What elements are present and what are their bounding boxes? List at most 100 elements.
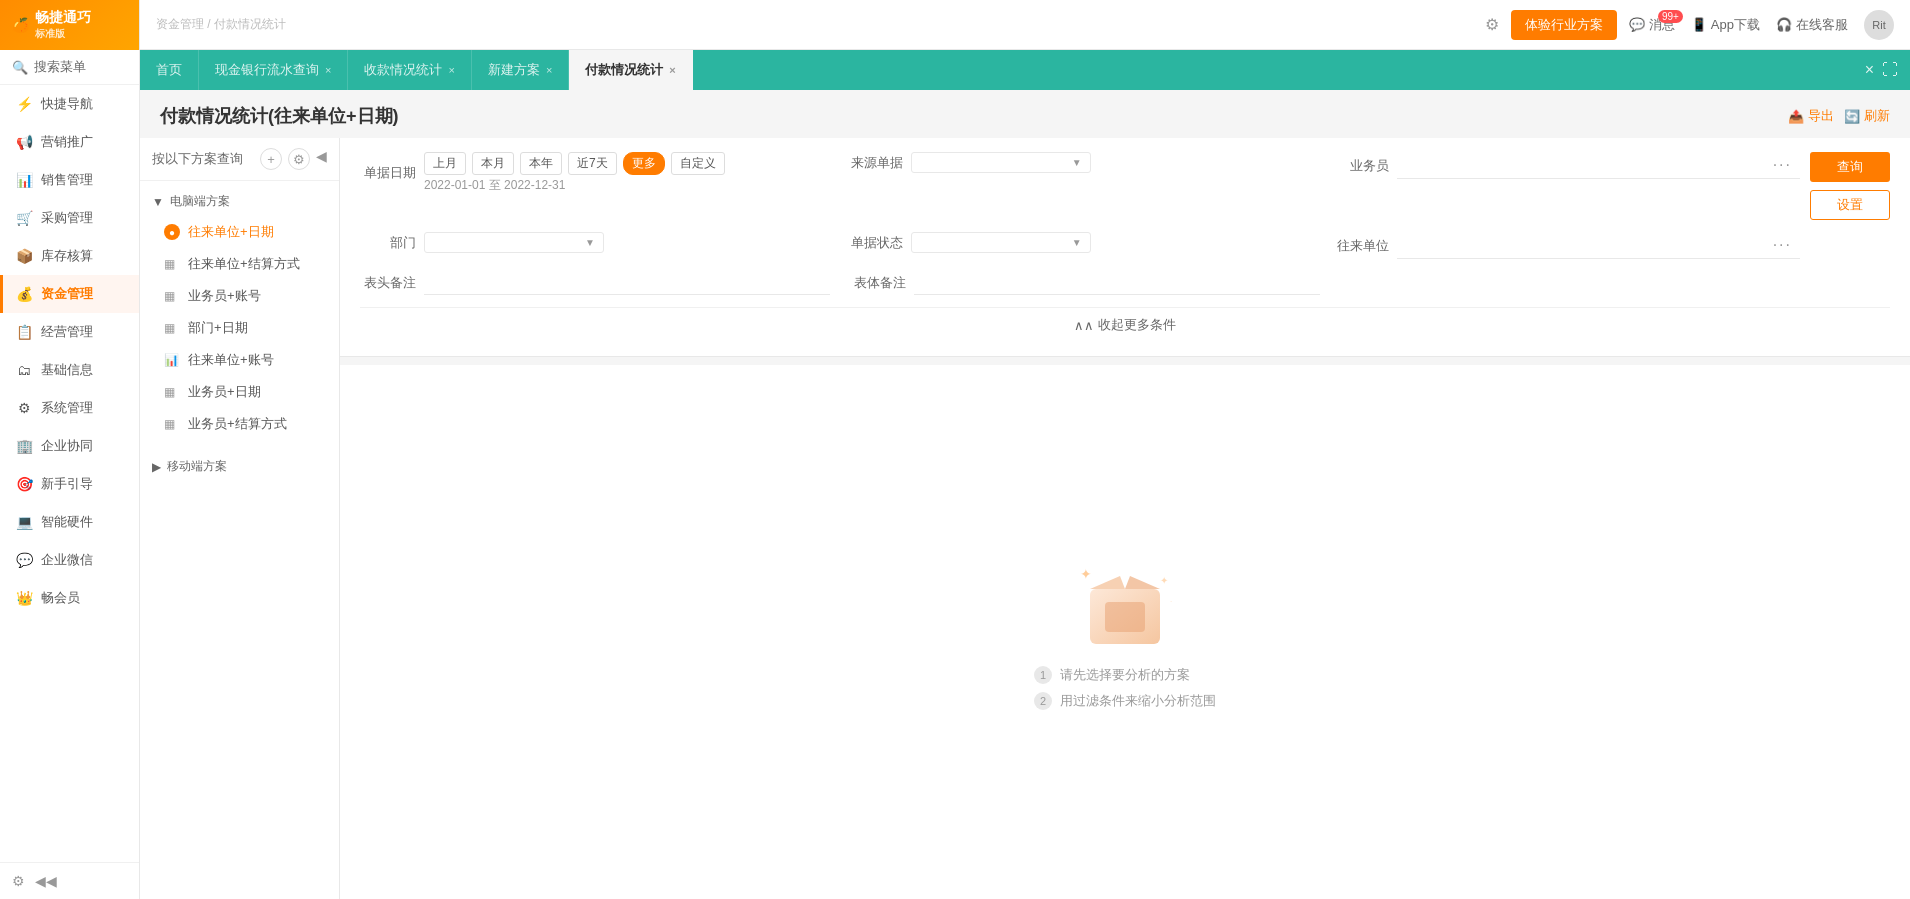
export-btn[interactable]: 📤 导出 [1788, 107, 1834, 125]
scheme-item-partner-date[interactable]: ● 往来单位+日期 [140, 216, 339, 248]
online-service-btn[interactable]: 🎧 在线客服 [1776, 16, 1848, 34]
scheme-panel-collapse-btn[interactable]: ◀ [316, 148, 327, 170]
tab-cash-flow-close[interactable]: × [325, 64, 331, 76]
sidebar-item-label: 系统管理 [41, 399, 93, 417]
tab-new-scheme[interactable]: 新建方案 × [472, 50, 569, 90]
sidebar-item-purchase[interactable]: 🛒 采购管理 [0, 199, 139, 237]
scheme-item-label: 往来单位+账号 [188, 351, 274, 369]
scheme-item-salesman-account[interactable]: ▦ 业务员+账号 [140, 280, 339, 312]
date-btn-more[interactable]: 更多 [623, 152, 665, 175]
sidebar-item-sales[interactable]: 📊 销售管理 [0, 161, 139, 199]
sidebar-settings-btn[interactable]: ⚙ [12, 873, 25, 889]
vip-icon: 👑 [15, 589, 33, 607]
sidebar-collapse-btn[interactable]: ◀◀ [35, 873, 57, 889]
scheme-item-label: 部门+日期 [188, 319, 248, 337]
sidebar-item-label: 快捷导航 [41, 95, 93, 113]
tab-new-scheme-close[interactable]: × [546, 64, 552, 76]
topbar-settings-icon[interactable]: ⚙ [1485, 15, 1499, 34]
date-btn-custom[interactable]: 自定义 [671, 152, 725, 175]
sidebar-item-label: 资金管理 [41, 285, 93, 303]
salesman-label: 业务员 [1333, 157, 1389, 175]
date-btn-this-month[interactable]: 本月 [472, 152, 514, 175]
query-btn[interactable]: 查询 [1810, 152, 1890, 182]
tab-close-all[interactable]: × [1865, 61, 1874, 79]
date-btn-this-year[interactable]: 本年 [520, 152, 562, 175]
scheme-group-mobile-title[interactable]: ▶ 移动端方案 [140, 452, 339, 481]
tab-payment-stats[interactable]: 付款情况统计 × [569, 50, 692, 90]
source-doc-select[interactable]: ▼ [911, 152, 1091, 173]
page-header: 付款情况统计(往来单位+日期) 📤 导出 🔄 刷新 [140, 90, 1910, 138]
filter-setting-btn[interactable]: 设置 [1810, 190, 1890, 220]
scheme-group-pc-title[interactable]: ▼ 电脑端方案 [140, 187, 339, 216]
scheme-panel-actions: + ⚙ ◀ [260, 148, 327, 170]
svg-rect-1 [1105, 602, 1145, 632]
sidebar-item-basic[interactable]: 🗂 基础信息 [0, 351, 139, 389]
dots-icon[interactable]: ··· [1773, 236, 1792, 254]
table-icon: ▦ [164, 321, 180, 335]
filter-form: 单据日期 上月 本月 本年 近7天 更多 自定义 2022-01-01 至 20… [340, 138, 1910, 357]
empty-svg: ✦ ✦ · [1065, 554, 1185, 654]
scheme-item-salesman-date[interactable]: ▦ 业务员+日期 [140, 376, 339, 408]
source-doc-field: 来源单据 ▼ [847, 152, 1314, 173]
doc-status-select[interactable]: ▼ [911, 232, 1091, 253]
partner-select[interactable]: ··· [1397, 232, 1800, 259]
tab-maximize[interactable]: ⛶ [1882, 61, 1898, 79]
sidebar-item-enterprise[interactable]: 🏢 企业协同 [0, 427, 139, 465]
tab-receipt-close[interactable]: × [448, 64, 454, 76]
table-icon: ▦ [164, 385, 180, 399]
scheme-item-label: 往来单位+日期 [188, 223, 274, 241]
salesman-field: 业务员 ··· [1333, 152, 1800, 179]
date-btn-last-month[interactable]: 上月 [424, 152, 466, 175]
scheme-group-label: 移动端方案 [167, 458, 227, 475]
sidebar-search[interactable]: 🔍 搜索菜单 [0, 50, 139, 85]
refresh-btn[interactable]: 🔄 刷新 [1844, 107, 1890, 125]
tab-home[interactable]: 首页 [140, 50, 199, 90]
sidebar: 🍊 畅捷通巧 标准版 🔍 搜索菜单 ⚡ 快捷导航 📢 营销推广 📊 销售管理 🛒… [0, 0, 140, 899]
messages-btn[interactable]: 💬 消息 99+ [1629, 16, 1675, 34]
sidebar-item-management[interactable]: 📋 经营管理 [0, 313, 139, 351]
tab-cash-flow[interactable]: 现金银行流水查询 × [199, 50, 348, 90]
sidebar-item-vip[interactable]: 👑 畅会员 [0, 579, 139, 617]
sidebar-item-finance[interactable]: 💰 资金管理 [0, 275, 139, 313]
scheme-item-partner-account[interactable]: 📊 往来单位+账号 [140, 344, 339, 376]
purchase-icon: 🛒 [15, 209, 33, 227]
dept-select[interactable]: ▼ [424, 232, 604, 253]
export-icon: 📤 [1788, 109, 1804, 124]
hardware-icon: 💻 [15, 513, 33, 531]
topbar: 资金管理 / 付款情况统计 ⚙ 体验行业方案 💬 消息 99+ 📱 App下载 … [140, 0, 1910, 50]
chevron-down-icon: ▼ [1072, 237, 1082, 248]
scheme-settings-btn[interactable]: ⚙ [288, 148, 310, 170]
dept-field: 部门 ▼ [360, 232, 827, 253]
sidebar-item-marketing[interactable]: 📢 营销推广 [0, 123, 139, 161]
sidebar-item-system[interactable]: ⚙ 系统管理 [0, 389, 139, 427]
scheme-add-btn[interactable]: + [260, 148, 282, 170]
scheme-item-label: 往来单位+结算方式 [188, 255, 300, 273]
date-btn-7days[interactable]: 近7天 [568, 152, 617, 175]
management-icon: 📋 [15, 323, 33, 341]
chart-icon: 📊 [164, 353, 180, 367]
svg-text:✦: ✦ [1160, 575, 1168, 586]
trial-btn[interactable]: 体验行业方案 [1511, 10, 1617, 40]
inventory-icon: 📦 [15, 247, 33, 265]
table-body-note-input[interactable] [914, 271, 1320, 295]
sidebar-item-hardware[interactable]: 💻 智能硬件 [0, 503, 139, 541]
scheme-item-partner-settlement[interactable]: ▦ 往来单位+结算方式 [140, 248, 339, 280]
sidebar-item-guide[interactable]: 🎯 新手引导 [0, 465, 139, 503]
doc-date-field: 单据日期 上月 本月 本年 近7天 更多 自定义 2022-01-01 至 20… [360, 152, 827, 194]
salesman-select[interactable]: ··· [1397, 152, 1800, 179]
collapse-bar[interactable]: ∧∧ 收起更多条件 [360, 307, 1890, 342]
user-avatar[interactable]: Rit [1864, 10, 1894, 40]
sidebar-item-inventory[interactable]: 📦 库存核算 [0, 237, 139, 275]
table-header-note-input[interactable] [424, 271, 830, 295]
scheme-item-dept-date[interactable]: ▦ 部门+日期 [140, 312, 339, 344]
page-title: 付款情况统计(往来单位+日期) [160, 104, 399, 128]
tabbar-controls: × ⛶ [1853, 61, 1910, 79]
app-download-btn[interactable]: 📱 App下载 [1691, 16, 1760, 34]
sidebar-item-quick-nav[interactable]: ⚡ 快捷导航 [0, 85, 139, 123]
dots-icon[interactable]: ··· [1773, 156, 1792, 174]
sidebar-item-wechat[interactable]: 💬 企业微信 [0, 541, 139, 579]
tab-receipt-stats[interactable]: 收款情况统计 × [348, 50, 471, 90]
refresh-label: 刷新 [1864, 107, 1890, 125]
scheme-item-salesman-settlement[interactable]: ▦ 业务员+结算方式 [140, 408, 339, 440]
tab-payment-close[interactable]: × [669, 64, 675, 76]
